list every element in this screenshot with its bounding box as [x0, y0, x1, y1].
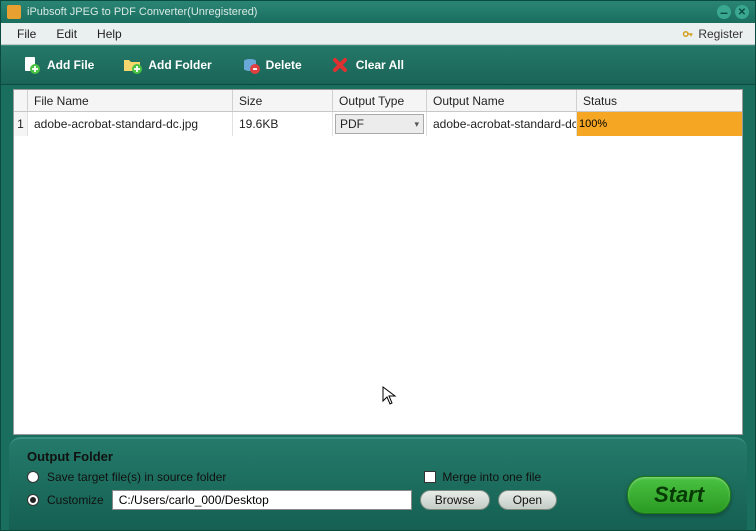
merge-label: Merge into one file — [442, 470, 541, 484]
table-header: File Name Size Output Type Output Name S… — [14, 90, 742, 112]
key-icon — [682, 28, 694, 40]
menu-help[interactable]: Help — [87, 25, 132, 43]
window-title: iPubsoft JPEG to PDF Converter(Unregiste… — [27, 6, 713, 18]
output-path-input[interactable] — [112, 490, 412, 510]
file-table: File Name Size Output Type Output Name S… — [13, 89, 743, 435]
menu-file[interactable]: File — [7, 25, 46, 43]
customize-radio[interactable] — [27, 494, 39, 506]
add-file-icon — [21, 55, 41, 75]
open-button[interactable]: Open — [498, 490, 557, 510]
row-status: 100% — [577, 112, 742, 136]
minimize-button[interactable]: – — [717, 5, 731, 19]
footer-wrap: Output Folder Save target file(s) in sou… — [1, 437, 755, 530]
output-type-value: PDF — [340, 117, 364, 131]
row-size: 19.6KB — [233, 112, 333, 136]
add-file-button[interactable]: Add File — [21, 55, 94, 75]
chevron-down-icon: ▾ — [414, 119, 419, 130]
add-folder-icon — [122, 55, 142, 75]
col-status[interactable]: Status — [577, 90, 742, 111]
row-filename: adobe-acrobat-standard-dc.jpg — [28, 112, 233, 136]
add-file-label: Add File — [47, 58, 94, 72]
add-folder-button[interactable]: Add Folder — [122, 55, 211, 75]
browse-button[interactable]: Browse — [420, 490, 490, 510]
toolbar: Add File Add Folder Delete Clear All — [1, 45, 755, 85]
col-size[interactable]: Size — [233, 90, 333, 111]
content-area: File Name Size Output Type Output Name S… — [1, 85, 755, 437]
titlebar: iPubsoft JPEG to PDF Converter(Unregiste… — [1, 1, 755, 23]
row-output-type: PDF ▾ — [333, 112, 427, 136]
close-button[interactable]: ✕ — [735, 5, 749, 19]
clear-all-icon — [330, 55, 350, 75]
col-filename[interactable]: File Name — [28, 90, 233, 111]
app-icon — [7, 5, 21, 19]
table-empty-area — [14, 136, 742, 434]
add-folder-label: Add Folder — [148, 58, 211, 72]
menu-edit[interactable]: Edit — [46, 25, 87, 43]
clear-all-label: Clear All — [356, 58, 404, 72]
start-button[interactable]: Start — [627, 476, 731, 514]
app-window: iPubsoft JPEG to PDF Converter(Unregiste… — [0, 0, 756, 531]
row-num: 1 — [14, 112, 28, 136]
cursor-icon — [382, 386, 398, 406]
row-output-name: adobe-acrobat-standard-dc — [427, 112, 577, 136]
table-row[interactable]: 1 adobe-acrobat-standard-dc.jpg 19.6KB P… — [14, 112, 742, 136]
save-source-radio[interactable] — [27, 471, 39, 483]
output-folder-title: Output Folder — [27, 449, 729, 464]
menubar: File Edit Help Register — [1, 23, 755, 45]
save-source-label: Save target file(s) in source folder — [47, 470, 226, 484]
output-type-select[interactable]: PDF ▾ — [335, 114, 424, 134]
col-output-name[interactable]: Output Name — [427, 90, 577, 111]
delete-icon — [240, 55, 260, 75]
register-button[interactable]: Register — [676, 25, 749, 43]
col-output-type[interactable]: Output Type — [333, 90, 427, 111]
register-label: Register — [698, 27, 743, 41]
delete-label: Delete — [266, 58, 302, 72]
customize-label: Customize — [47, 493, 104, 507]
merge-checkbox[interactable] — [424, 471, 436, 483]
col-num — [14, 90, 28, 111]
clear-all-button[interactable]: Clear All — [330, 55, 404, 75]
delete-button[interactable]: Delete — [240, 55, 302, 75]
